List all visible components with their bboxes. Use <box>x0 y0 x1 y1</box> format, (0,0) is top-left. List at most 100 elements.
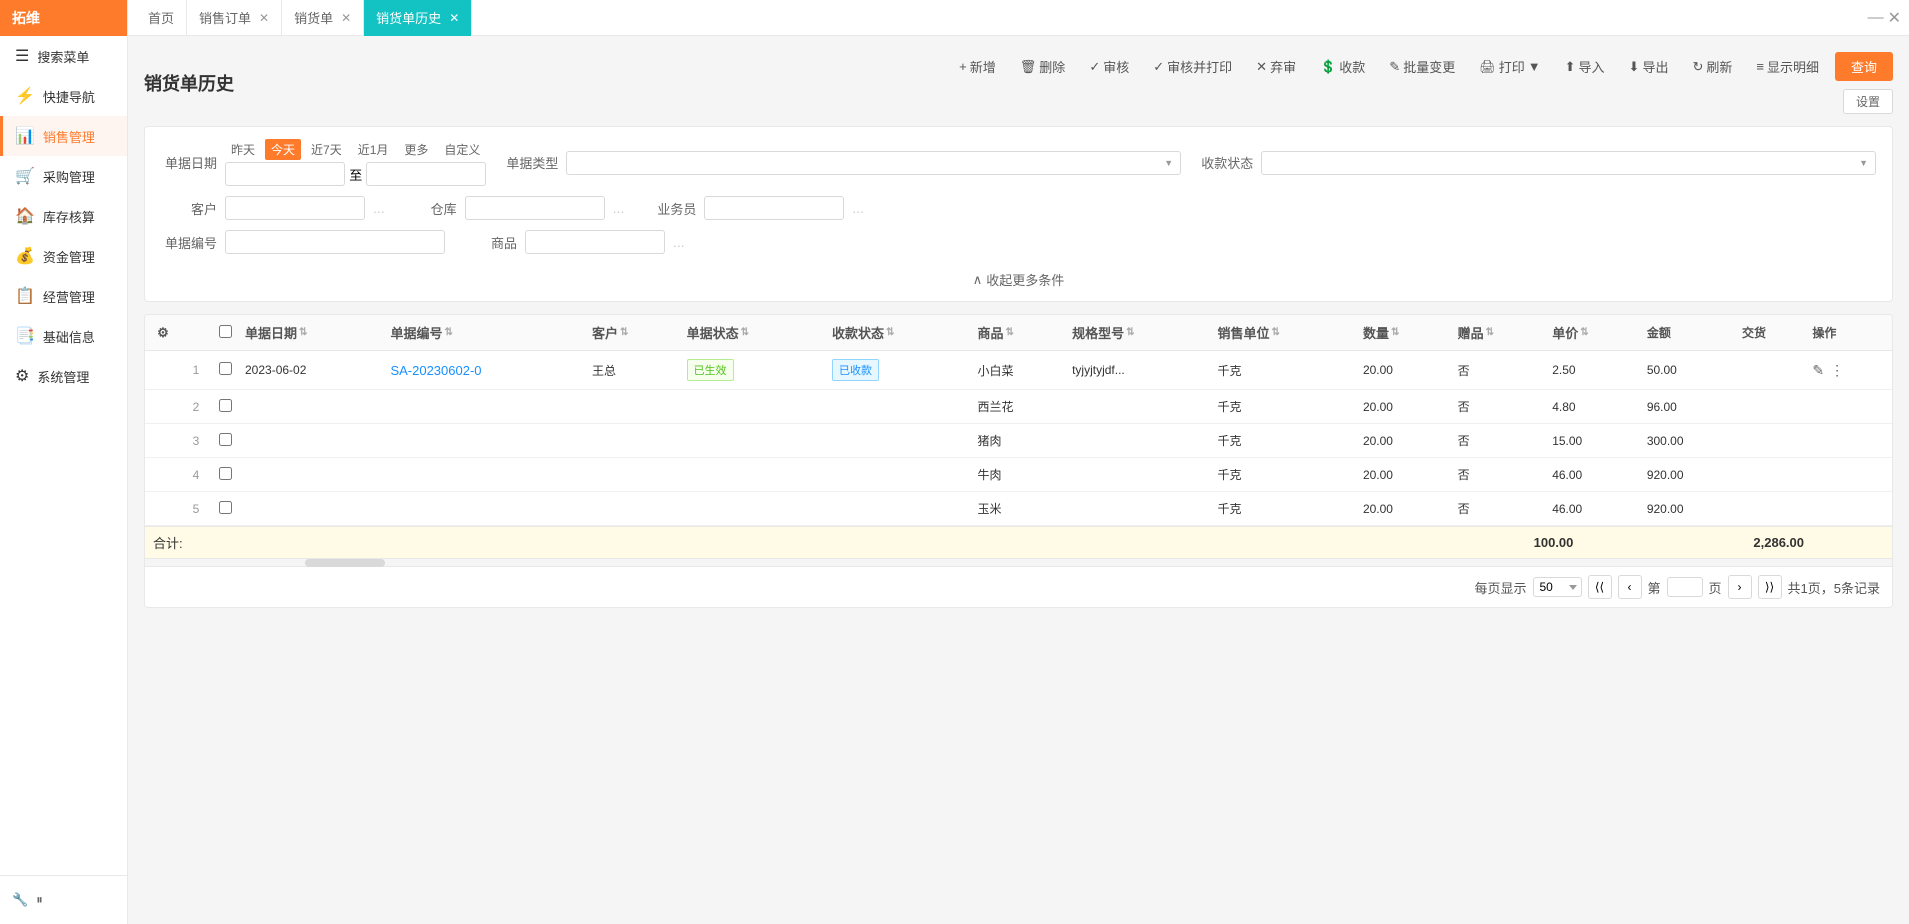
payment-status-select[interactable] <box>1261 151 1876 175</box>
next-page-button[interactable]: › <box>1728 575 1752 599</box>
edit-icon[interactable]: ✎ <box>1812 362 1824 379</box>
page-number-input[interactable]: 1 <box>1667 577 1703 597</box>
sidebar-item-inventory[interactable]: 🏠 库存核算 <box>0 196 127 236</box>
window-minimize-icon[interactable]: — <box>1868 9 1884 27</box>
sort-goods[interactable]: 商品 <box>977 323 1060 342</box>
filter-salesperson: 业务员 ... <box>640 196 864 220</box>
horizontal-scrollbar[interactable] <box>145 558 1892 566</box>
table-row: 4 牛肉 千克 20.00 否 46.00 920.00 <box>145 458 1892 492</box>
date-tab-custom[interactable]: 自定义 <box>438 139 486 160</box>
audit-button[interactable]: ✓ 审核 <box>1081 53 1137 80</box>
tab-sales-history[interactable]: 销货单历史 ✕ <box>364 0 472 36</box>
goods-input[interactable] <box>525 230 665 254</box>
window-close-icon[interactable]: ✕ <box>1888 8 1901 28</box>
sidebar-item-operations[interactable]: 📋 经营管理 <box>0 276 127 316</box>
sidebar-item-finance[interactable]: 💰 资金管理 <box>0 236 127 276</box>
row-operation: ✎ ⋮ <box>1806 351 1892 390</box>
sidebar-item-label: 系统管理 <box>37 367 89 386</box>
row-spec: tyjyjtyjdf... <box>1066 351 1211 390</box>
sort-doc-num[interactable]: 单据编号 <box>390 323 580 342</box>
inventory-icon: 🏠 <box>15 206 35 226</box>
batch-change-button[interactable]: ✎ 批量变更 <box>1381 53 1463 80</box>
date-from-input[interactable]: 2023-06-02 <box>225 162 345 186</box>
page-text: 第 <box>1648 578 1661 597</box>
row-checkbox[interactable] <box>219 399 232 412</box>
prev-page-button[interactable]: ‹ <box>1618 575 1642 599</box>
show-detail-button[interactable]: ≡ 显示明细 <box>1748 53 1827 80</box>
tab-close-sales-order[interactable]: ✕ <box>259 11 269 25</box>
sidebar-settings[interactable]: 🔧 ⏸ <box>0 884 127 916</box>
sort-unit[interactable]: 销售单位 <box>1218 323 1351 342</box>
sort-unit-price[interactable]: 单价 <box>1552 323 1635 342</box>
collapse-filter-btn[interactable]: ∧ 收起更多条件 <box>161 264 1876 289</box>
page-size-label: 每页显示 <box>1474 578 1526 597</box>
sidebar-item-quick-nav[interactable]: ⚡ 快捷导航 <box>0 76 127 116</box>
refresh-button[interactable]: ↻ 刷新 <box>1684 53 1740 80</box>
row-checkbox[interactable] <box>219 362 232 375</box>
data-table-card: ⚙ 单据日期 单据编号 客户 <box>144 314 1893 608</box>
sort-quantity[interactable]: 数量 <box>1363 323 1446 342</box>
sort-gift[interactable]: 赠品 <box>1458 323 1541 342</box>
warehouse-more-icon[interactable]: ... <box>613 200 625 216</box>
row-checkbox[interactable] <box>219 501 232 514</box>
customer-more-icon[interactable]: ... <box>373 200 385 216</box>
doc-num-input[interactable] <box>225 230 445 254</box>
date-tab-month[interactable]: 近1月 <box>352 139 395 160</box>
filter-row-1: 单据日期 昨天 今天 近7天 近1月 更多 自定义 2023-06-02 至 <box>161 139 1876 186</box>
doc-num-link[interactable]: SA-20230602-0 <box>390 363 481 378</box>
new-button[interactable]: + 新增 <box>951 53 1004 80</box>
gear-icon[interactable]: ⚙ <box>157 325 169 340</box>
delete-button[interactable]: 🗑 删除 <box>1012 53 1074 80</box>
select-all-checkbox[interactable] <box>219 325 232 338</box>
abandon-button[interactable]: ✕ 弃审 <box>1248 53 1304 80</box>
row-num: 1 <box>181 351 211 390</box>
sort-doc-status[interactable]: 单据状态 <box>687 323 820 342</box>
sidebar-item-system-mgmt[interactable]: ⚙ 系统管理 <box>0 356 127 396</box>
th-check <box>211 315 239 351</box>
sort-spec[interactable]: 规格型号 <box>1072 323 1205 342</box>
more-icon[interactable]: ⋮ <box>1830 362 1844 379</box>
sidebar-item-search-menu[interactable]: ☰ 搜索菜单 <box>0 36 127 76</box>
import-button[interactable]: ⬆ 导入 <box>1557 53 1613 80</box>
date-tab-more[interactable]: 更多 <box>398 139 434 160</box>
settings-button[interactable]: 设置 <box>1843 89 1893 114</box>
row-checkbox[interactable] <box>219 467 232 480</box>
tab-sales-delivery[interactable]: 销货单 ✕ <box>282 0 364 36</box>
row-checkbox[interactable] <box>219 433 232 446</box>
audit-print-button[interactable]: ✓ 审核并打印 <box>1145 53 1240 80</box>
date-to-input[interactable]: 2023-06-02 <box>366 162 486 186</box>
sort-pay-status[interactable]: 收款状态 <box>832 323 965 342</box>
date-tab-yesterday[interactable]: 昨天 <box>225 139 261 160</box>
export-button[interactable]: ⬇ 导出 <box>1621 53 1677 80</box>
last-page-button[interactable]: ⟩⟩ <box>1758 575 1782 599</box>
sort-customer[interactable]: 客户 <box>592 323 675 342</box>
app-logo: 拓维 <box>0 0 127 36</box>
tab-sales-order[interactable]: 销售订单 ✕ <box>187 0 282 36</box>
first-page-button[interactable]: ⟨⟨ <box>1588 575 1612 599</box>
page-size-select[interactable]: 50 100 <box>1533 577 1582 597</box>
tab-close-sales-history[interactable]: ✕ <box>449 11 459 25</box>
sidebar-item-basic-info[interactable]: 📑 基础信息 <box>0 316 127 356</box>
collect-button[interactable]: 💲 收款 <box>1312 53 1373 80</box>
print-button[interactable]: 🖨 打印 ▼ <box>1471 53 1548 80</box>
salesperson-input[interactable] <box>704 196 844 220</box>
doc-type-label: 单据类型 <box>502 153 558 172</box>
sidebar-item-purchase-mgmt[interactable]: 🛒 采购管理 <box>0 156 127 196</box>
salesperson-more-icon[interactable]: ... <box>852 200 864 216</box>
tab-home[interactable]: 首页 <box>136 0 187 36</box>
row-doc-date: 2023-06-02 <box>239 351 384 390</box>
query-button[interactable]: 查询 <box>1835 52 1893 81</box>
date-tab-today[interactable]: 今天 <box>265 139 301 160</box>
th-unit: 销售单位 <box>1212 315 1357 351</box>
page-content: 销货单历史 + 新增 🗑 删除 ✓ 审核 ✓ <box>128 36 1909 924</box>
sort-doc-date[interactable]: 单据日期 <box>245 323 378 342</box>
warehouse-input[interactable] <box>465 196 605 220</box>
basic-info-icon: 📑 <box>15 326 35 346</box>
customer-input[interactable] <box>225 196 365 220</box>
tab-close-sales-delivery[interactable]: ✕ <box>341 11 351 25</box>
sidebar-item-sales-mgmt[interactable]: 📊 销售管理 <box>0 116 127 156</box>
scrollbar-thumb[interactable] <box>305 559 385 567</box>
doc-type-select[interactable] <box>566 151 1181 175</box>
goods-more-icon[interactable]: ... <box>673 234 685 250</box>
date-tab-week[interactable]: 近7天 <box>305 139 348 160</box>
